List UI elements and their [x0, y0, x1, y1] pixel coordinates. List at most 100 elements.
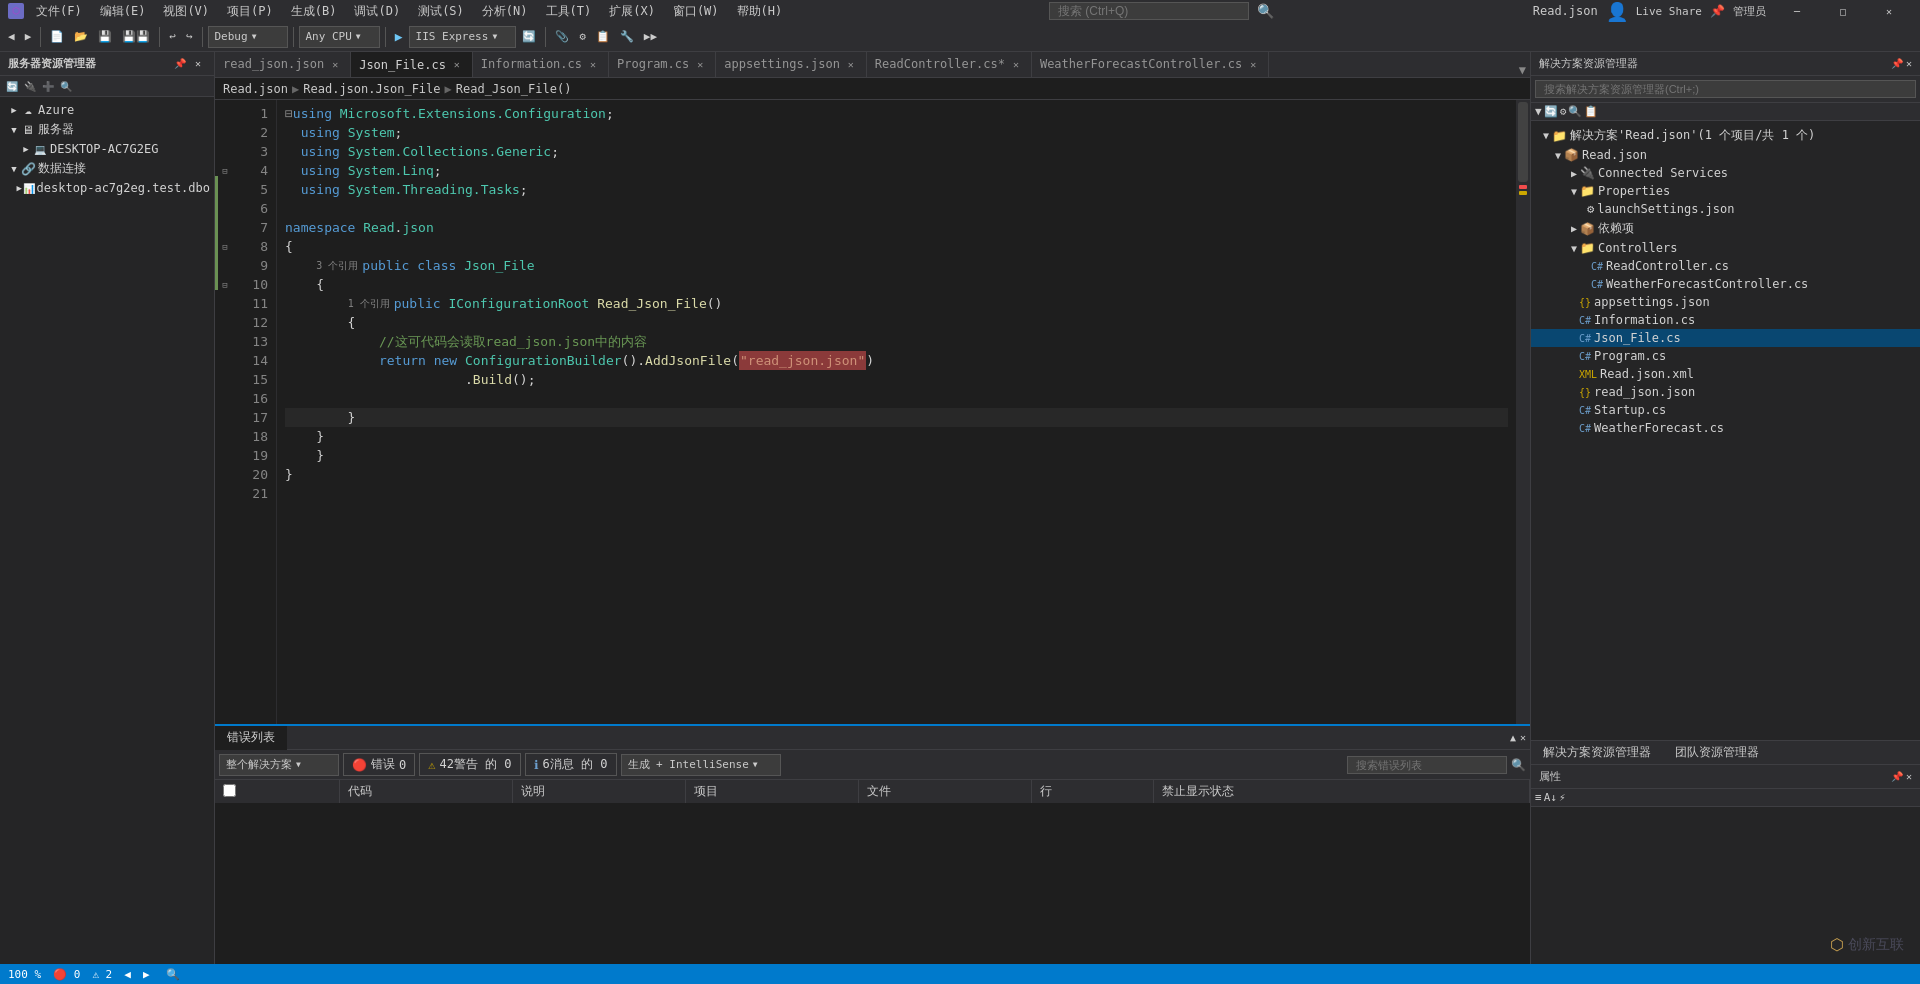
toolbar-new[interactable]: 📄 [46, 28, 68, 45]
fold-icon-method[interactable]: ⊟ [218, 275, 232, 294]
menu-project[interactable]: 项目(P) [219, 1, 281, 22]
close-btn[interactable]: ✕ [1866, 0, 1912, 22]
sol-controllers[interactable]: ▼ 📁 Controllers [1531, 239, 1920, 257]
tree-item-azure[interactable]: ▶ ☁ Azure [0, 101, 214, 119]
team-explorer-tab[interactable]: 团队资源管理器 [1663, 741, 1771, 764]
tab-appsettings-close[interactable]: ✕ [844, 57, 858, 71]
connect-btn[interactable]: 🔌 [22, 78, 38, 94]
sol-close-btn[interactable]: ✕ [1906, 58, 1912, 69]
tree-item-dataconn[interactable]: ▼ 🔗 数据连接 [0, 158, 214, 179]
sol-program[interactable]: C# Program.cs [1531, 347, 1920, 365]
menu-extensions[interactable]: 扩展(X) [601, 1, 663, 22]
col-code[interactable]: 代码 [339, 780, 512, 803]
cpu-dropdown[interactable]: Any CPU ▼ [299, 26, 380, 48]
tab-readcontroller-close[interactable]: ✕ [1009, 57, 1023, 71]
build-filter-dropdown[interactable]: 生成 + IntelliSense ▼ [621, 754, 781, 776]
tab-information[interactable]: Information.cs ✕ [473, 52, 609, 77]
sol-props-btn[interactable]: ⚙ [1560, 105, 1567, 118]
sol-project[interactable]: ▼ 📦 Read.json [1531, 146, 1920, 164]
bottom-panel-up[interactable]: ▲ [1510, 732, 1516, 743]
menu-edit[interactable]: 编辑(E) [92, 1, 154, 22]
messages-filter[interactable]: ℹ 6消息 的 0 [525, 753, 617, 776]
pin-panel-btn[interactable]: 📌 [172, 56, 188, 72]
tab-information-close[interactable]: ✕ [586, 57, 600, 71]
menu-help[interactable]: 帮助(H) [729, 1, 791, 22]
col-project[interactable]: 项目 [686, 780, 859, 803]
tab-weathercontroller[interactable]: WeatherForecastController.cs ✕ [1032, 52, 1269, 77]
toolbar-more3[interactable]: 🔧 [616, 28, 638, 45]
debug-config-dropdown[interactable]: Debug ▼ [208, 26, 288, 48]
tab-program[interactable]: Program.cs ✕ [609, 52, 716, 77]
code-editor[interactable]: ⊟using Microsoft.Extensions.Configuratio… [277, 100, 1516, 724]
tab-json-file-close[interactable]: ✕ [450, 58, 464, 72]
props-alpha-btn[interactable]: A↓ [1544, 791, 1557, 804]
tab-readcontroller[interactable]: ReadController.cs* ✕ [867, 52, 1032, 77]
menu-test[interactable]: 测试(S) [410, 1, 472, 22]
add-server-btn[interactable]: ➕ [40, 78, 56, 94]
azure-arrow[interactable]: ▶ [8, 105, 20, 115]
col-suppress[interactable]: 禁止显示状态 [1154, 780, 1530, 803]
toolbar-more2[interactable]: 📋 [592, 28, 614, 45]
error-search-input[interactable] [1347, 756, 1507, 774]
sol-refresh-btn[interactable]: 🔄 [1544, 105, 1558, 118]
fold-icon-namespace[interactable]: ⊟ [218, 161, 232, 180]
sol-weather-controller[interactable]: C# WeatherForecastController.cs [1531, 275, 1920, 293]
toolbar-save[interactable]: 💾 [94, 28, 116, 45]
menu-tools[interactable]: 工具(T) [538, 1, 600, 22]
toolbar-open[interactable]: 📂 [70, 28, 92, 45]
scrollbar-thumb[interactable] [1518, 102, 1528, 182]
filter-btn[interactable]: 🔍 [58, 78, 74, 94]
sol-weather-forecast[interactable]: C# WeatherForecast.cs [1531, 419, 1920, 437]
menu-file[interactable]: 文件(F) [28, 1, 90, 22]
warnings-filter[interactable]: ⚠ 42警告 的 0 [419, 753, 520, 776]
col-description[interactable]: 说明 [513, 780, 686, 803]
sol-read-json-xml[interactable]: XML Read.json.xml [1531, 365, 1920, 383]
breadcrumb-file[interactable]: Read.json [223, 82, 288, 96]
close-panel-btn[interactable]: ✕ [190, 56, 206, 72]
desktop-arrow[interactable]: ▶ [20, 144, 32, 154]
editor-scrollbar[interactable] [1516, 100, 1530, 724]
tree-item-db[interactable]: ▶ 📊 desktop-ac7g2eg.test.dbo [0, 179, 214, 197]
col-line[interactable]: 行 [1032, 780, 1154, 803]
tab-read-json[interactable]: read_json.json ✕ [215, 52, 351, 77]
toolbar-back[interactable]: ◀ [4, 28, 19, 45]
sol-startup[interactable]: C# Startup.cs [1531, 401, 1920, 419]
sol-view-btn[interactable]: 📋 [1584, 105, 1598, 118]
menu-view[interactable]: 视图(V) [155, 1, 217, 22]
errors-filter[interactable]: 🔴 错误 0 [343, 753, 415, 776]
toolbar-refresh[interactable]: 🔄 [518, 28, 540, 45]
refresh-btn[interactable]: 🔄 [4, 78, 20, 94]
props-pin-btn[interactable]: 📌 [1891, 771, 1903, 782]
menu-analyze[interactable]: 分析(N) [474, 1, 536, 22]
tab-program-close[interactable]: ✕ [693, 57, 707, 71]
search-go-icon[interactable]: 🔍 [1511, 758, 1526, 772]
breadcrumb-method[interactable]: Read_Json_File() [456, 82, 572, 96]
toolbar-redo[interactable]: ↪ [182, 28, 197, 45]
tab-appsettings[interactable]: appsettings.json ✕ [716, 52, 867, 77]
toolbar-forward[interactable]: ▶ [21, 28, 36, 45]
sol-pin-btn[interactable]: 📌 [1891, 58, 1903, 69]
minimize-btn[interactable]: ─ [1774, 0, 1820, 22]
props-close-btn[interactable]: ✕ [1906, 771, 1912, 782]
maximize-btn[interactable]: □ [1820, 0, 1866, 22]
solution-search-input[interactable] [1535, 80, 1916, 98]
iis-dropdown[interactable]: IIS Express ▼ [409, 26, 517, 48]
breadcrumb-class[interactable]: Read.json.Json_File [303, 82, 440, 96]
live-share-btn[interactable]: Live Share [1636, 5, 1702, 18]
sol-read-controller[interactable]: C# ReadController.cs [1531, 257, 1920, 275]
sol-properties[interactable]: ▼ 📁 Properties [1531, 182, 1920, 200]
sol-collapse-btn[interactable]: ▼ [1535, 105, 1542, 118]
tree-item-servers[interactable]: ▼ 🖥 服务器 [0, 119, 214, 140]
toolbar-more1[interactable]: ⚙ [575, 28, 590, 45]
scope-dropdown[interactable]: 整个解决方案 ▼ [219, 754, 339, 776]
sol-launch-settings[interactable]: ⚙ launchSettings.json [1531, 200, 1920, 218]
sol-filter-btn[interactable]: 🔍 [1568, 105, 1582, 118]
status-nav-next[interactable]: ▶ [143, 968, 150, 981]
servers-arrow[interactable]: ▼ [8, 125, 20, 135]
sol-information[interactable]: C# Information.cs [1531, 311, 1920, 329]
col-file[interactable]: 文件 [859, 780, 1032, 803]
toolbar-undo[interactable]: ↩ [165, 28, 180, 45]
sol-json-file[interactable]: C# Json_File.cs [1531, 329, 1920, 347]
sol-dependencies[interactable]: ▶ 📦 依赖项 [1531, 218, 1920, 239]
tab-read-json-close[interactable]: ✕ [328, 57, 342, 71]
